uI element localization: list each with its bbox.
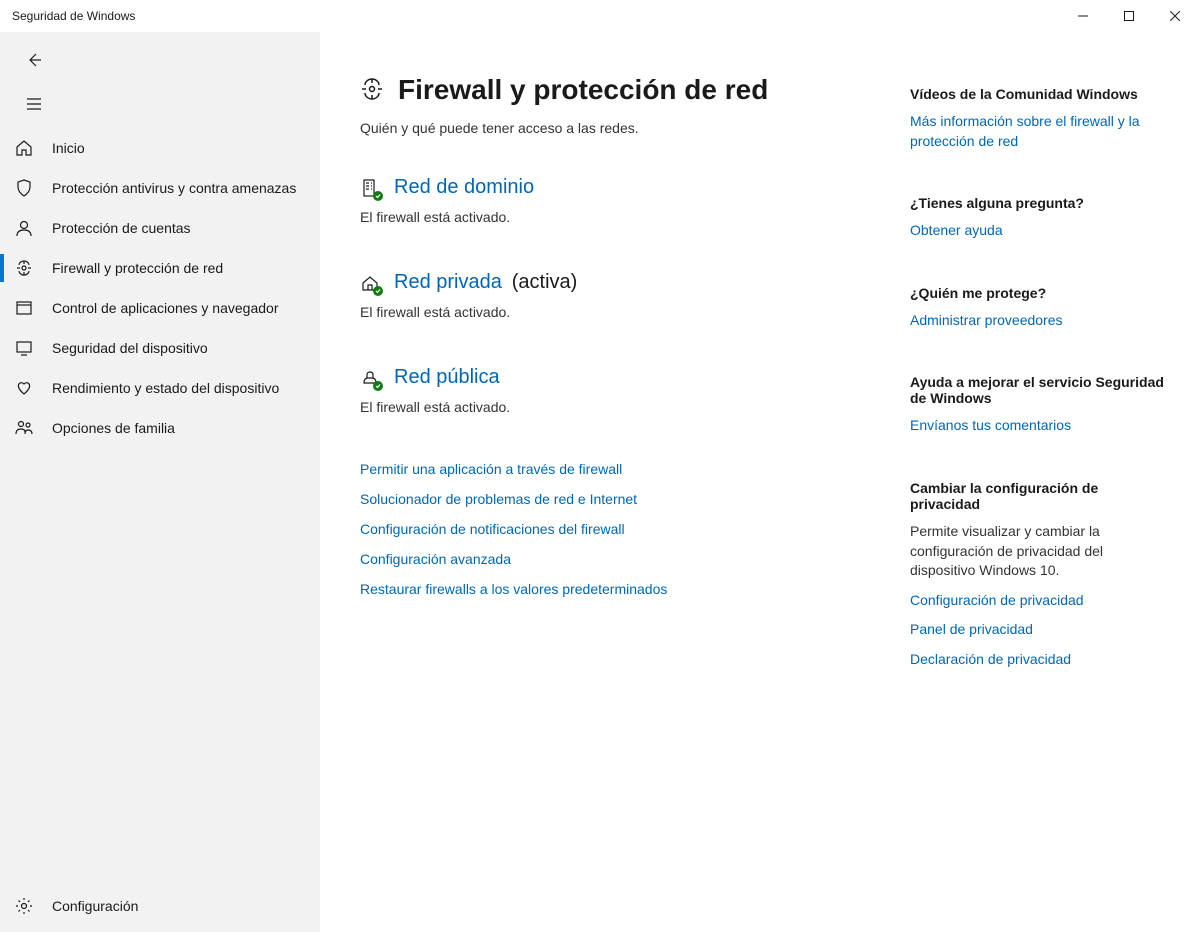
- page-header: Firewall y protección de red: [360, 74, 870, 106]
- content: Firewall y protección de red Quién y qué…: [360, 74, 870, 932]
- nav-health[interactable]: Rendimiento y estado del dispositivo: [0, 368, 320, 408]
- check-badge-icon: [373, 191, 383, 201]
- private-network-status: El firewall está activado.: [360, 304, 870, 320]
- window-title: Seguridad de Windows: [12, 9, 135, 23]
- firewall-icon: [360, 77, 384, 104]
- rail-heading: Cambiar la configuración de privacidad: [910, 480, 1170, 512]
- nav-account[interactable]: Protección de cuentas: [0, 208, 320, 248]
- providers-link[interactable]: Administrar proveedores: [910, 311, 1170, 331]
- rail-privacy: Cambiar la configuración de privacidad P…: [910, 480, 1170, 670]
- rail-heading: Ayuda a mejorar el servicio Seguridad de…: [910, 374, 1170, 406]
- nav-label: Control de aplicaciones y navegador: [52, 300, 278, 316]
- nav-label: Protección de cuentas: [52, 220, 191, 236]
- main: Firewall y protección de red Quién y qué…: [320, 32, 1198, 932]
- help-link[interactable]: Obtener ayuda: [910, 221, 1170, 241]
- domain-network-icon: [360, 178, 380, 198]
- private-network-link[interactable]: Red privada: [394, 271, 502, 293]
- gear-icon: [14, 896, 34, 916]
- rail-protect: ¿Quién me protege? Administrar proveedor…: [910, 285, 1170, 331]
- sidebar: Inicio Protección antivirus y contra ame…: [0, 32, 320, 932]
- privacy-declaration-link[interactable]: Declaración de privacidad: [910, 650, 1170, 670]
- titlebar: Seguridad de Windows: [0, 0, 1198, 32]
- nav-label: Configuración: [52, 898, 138, 914]
- notifications-link[interactable]: Configuración de notificaciones del fire…: [360, 521, 870, 537]
- private-network-icon: [360, 273, 380, 293]
- private-network-active-suffix: (activa): [512, 271, 578, 293]
- window-controls: [1060, 0, 1198, 32]
- home-icon: [14, 138, 34, 158]
- nav-home[interactable]: Inicio: [0, 128, 320, 168]
- nav-settings[interactable]: Configuración: [0, 886, 320, 926]
- right-rail: Vídeos de la Comunidad Windows Más infor…: [910, 74, 1170, 932]
- rail-heading: Vídeos de la Comunidad Windows: [910, 86, 1170, 102]
- troubleshoot-link[interactable]: Solucionador de problemas de red e Inter…: [360, 491, 870, 507]
- public-network-link[interactable]: Red pública: [394, 366, 500, 389]
- person-icon: [14, 218, 34, 238]
- nav-firewall[interactable]: Firewall y protección de red: [0, 248, 320, 288]
- nav-label: Protección antivirus y contra amenazas: [52, 180, 296, 196]
- restore-link[interactable]: Restaurar firewalls a los valores predet…: [360, 581, 870, 597]
- privacy-settings-link[interactable]: Configuración de privacidad: [910, 591, 1170, 611]
- check-badge-icon: [373, 381, 383, 391]
- domain-network-status: El firewall está activado.: [360, 209, 870, 225]
- nav-family[interactable]: Opciones de familia: [0, 408, 320, 448]
- advanced-link[interactable]: Configuración avanzada: [360, 551, 870, 567]
- page-subtitle: Quién y qué puede tener acceso a las red…: [360, 120, 870, 136]
- rail-heading: ¿Tienes alguna pregunta?: [910, 195, 1170, 211]
- rail-videos: Vídeos de la Comunidad Windows Más infor…: [910, 86, 1170, 151]
- back-button[interactable]: [14, 40, 54, 80]
- rail-text: Permite visualizar y cambiar la configur…: [910, 522, 1170, 581]
- public-network-icon: [360, 368, 380, 388]
- network-private-section: Red privada (activa) El firewall está ac…: [360, 271, 870, 320]
- rail-heading: ¿Quién me protege?: [910, 285, 1170, 301]
- minimize-button[interactable]: [1060, 0, 1106, 32]
- check-badge-icon: [373, 286, 383, 296]
- privacy-panel-link[interactable]: Panel de privacidad: [910, 620, 1170, 640]
- videos-link[interactable]: Más información sobre el firewall y la p…: [910, 112, 1170, 151]
- public-network-status: El firewall está activado.: [360, 399, 870, 415]
- hamburger-button[interactable]: [14, 84, 54, 124]
- rail-question: ¿Tienes alguna pregunta? Obtener ayuda: [910, 195, 1170, 241]
- feedback-link[interactable]: Envíanos tus comentarios: [910, 416, 1170, 436]
- page-title: Firewall y protección de red: [398, 74, 768, 106]
- nav-label: Opciones de familia: [52, 420, 175, 436]
- nav-virus[interactable]: Protección antivirus y contra amenazas: [0, 168, 320, 208]
- nav-label: Rendimiento y estado del dispositivo: [52, 380, 279, 396]
- nav-app-browser[interactable]: Control de aplicaciones y navegador: [0, 288, 320, 328]
- network-public-section: Red pública El firewall está activado.: [360, 366, 870, 415]
- shield-icon: [14, 178, 34, 198]
- app-browser-icon: [14, 298, 34, 318]
- maximize-button[interactable]: [1106, 0, 1152, 32]
- nav-device-security[interactable]: Seguridad del dispositivo: [0, 328, 320, 368]
- firewall-links: Permitir una aplicación a través de fire…: [360, 461, 870, 597]
- close-button[interactable]: [1152, 0, 1198, 32]
- domain-network-link[interactable]: Red de dominio: [394, 176, 534, 199]
- nav-label: Firewall y protección de red: [52, 260, 223, 276]
- allow-app-link[interactable]: Permitir una aplicación a través de fire…: [360, 461, 870, 477]
- family-icon: [14, 418, 34, 438]
- network-domain-section: Red de dominio El firewall está activado…: [360, 176, 870, 225]
- firewall-icon: [14, 258, 34, 278]
- nav-label: Inicio: [52, 140, 85, 156]
- nav-label: Seguridad del dispositivo: [52, 340, 208, 356]
- nav: Inicio Protección antivirus y contra ame…: [0, 128, 320, 886]
- rail-improve: Ayuda a mejorar el servicio Seguridad de…: [910, 374, 1170, 436]
- heart-icon: [14, 378, 34, 398]
- device-icon: [14, 338, 34, 358]
